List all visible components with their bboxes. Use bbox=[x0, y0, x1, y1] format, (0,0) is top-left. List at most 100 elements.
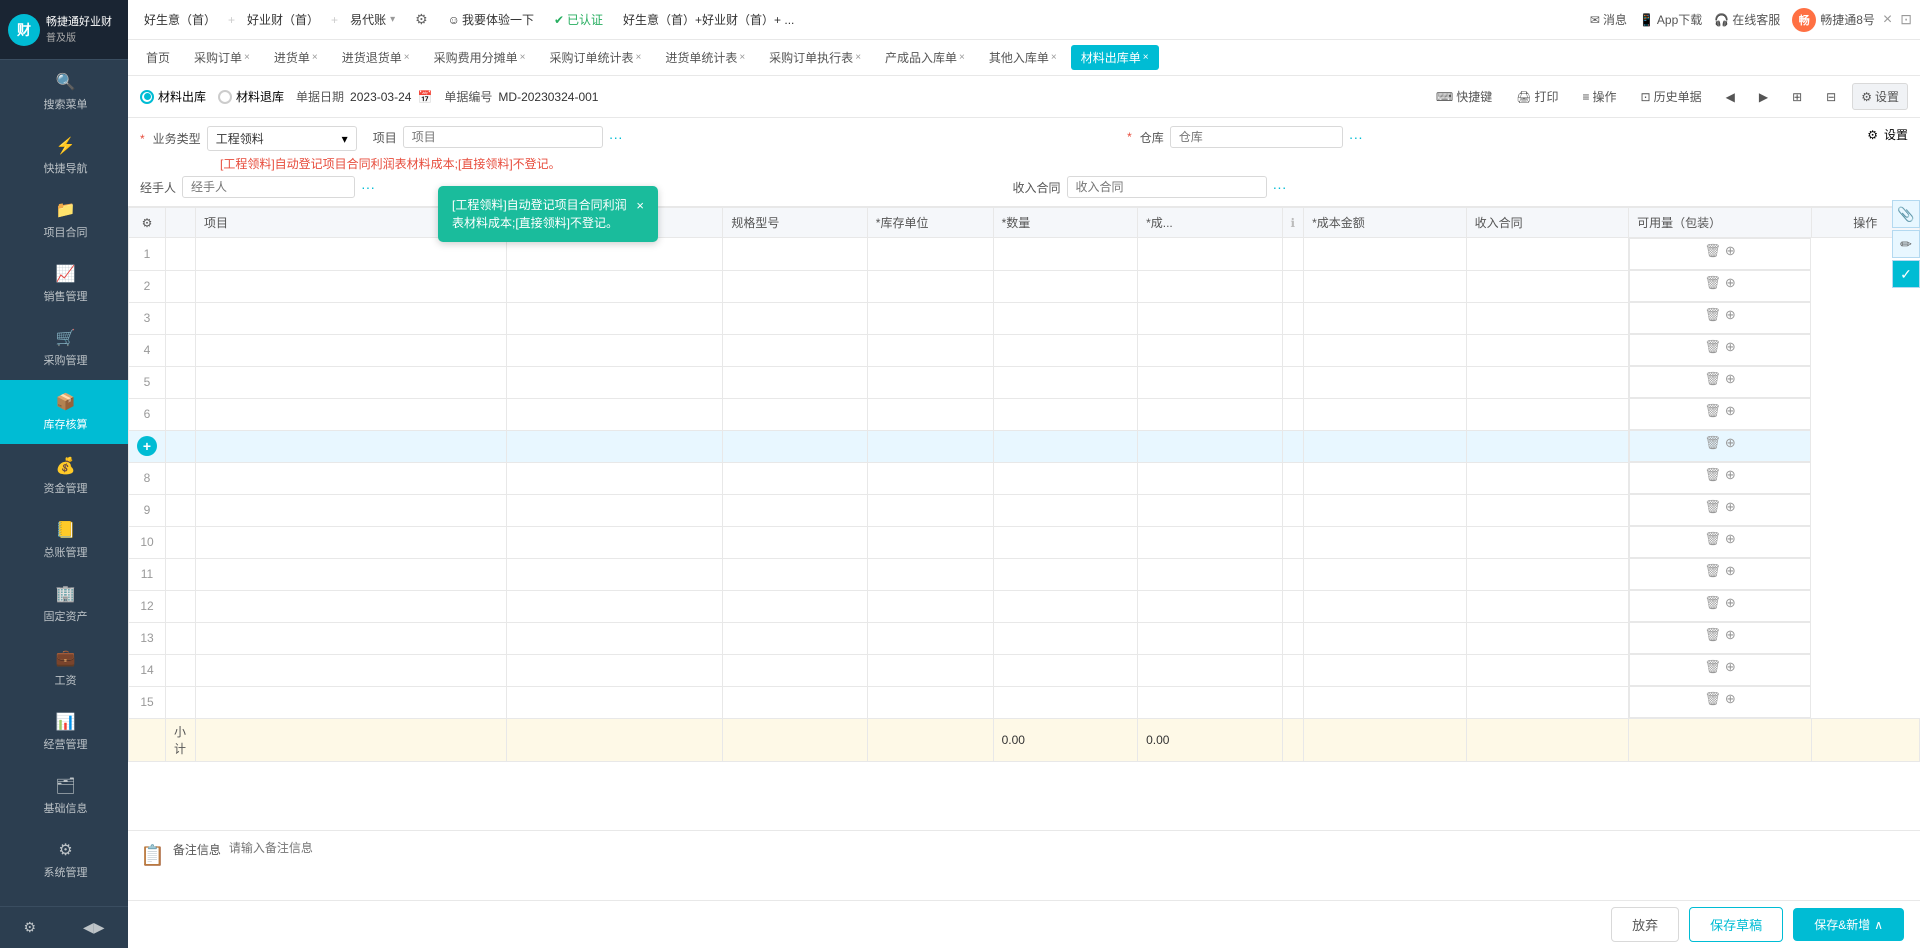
row-12-available[interactable] bbox=[1466, 590, 1629, 622]
row-8-cost-amount[interactable] bbox=[1282, 462, 1304, 494]
topbar-nav-easy-acc[interactable]: 易代账 ▾ bbox=[342, 7, 403, 32]
row-12-delete-icon[interactable]: 🗑 bbox=[1704, 595, 1721, 617]
row-7-material-input[interactable] bbox=[204, 439, 498, 453]
row-12-material[interactable] bbox=[196, 590, 507, 622]
row-9-spec[interactable] bbox=[506, 494, 723, 526]
tab-other-receipt[interactable]: 其他入库单 × bbox=[979, 45, 1067, 70]
row-1-spec[interactable] bbox=[506, 238, 723, 271]
topbar-nav-good-wealth[interactable]: 好业财（首） bbox=[239, 7, 327, 32]
row-9-delete-icon[interactable]: 🗑 bbox=[1704, 499, 1721, 521]
tab-goods-return-close[interactable]: × bbox=[404, 52, 410, 63]
tab-other-receipt-close[interactable]: × bbox=[1051, 52, 1057, 63]
row-8-cost[interactable] bbox=[993, 462, 1137, 494]
row-9-cost[interactable] bbox=[993, 494, 1137, 526]
row-1-delete-icon[interactable]: 🗑 bbox=[1704, 243, 1721, 265]
row-11-cost[interactable] bbox=[993, 558, 1137, 590]
warehouse-input[interactable] bbox=[1170, 126, 1343, 148]
row-15-copy-icon[interactable]: ⊕ bbox=[1725, 691, 1736, 713]
row-1-qty[interactable] bbox=[867, 238, 993, 271]
row-10-available[interactable] bbox=[1466, 526, 1629, 558]
sidebar-item-project[interactable]: 📁 项目合同 bbox=[0, 188, 128, 252]
row-2-available[interactable] bbox=[1466, 270, 1629, 302]
sidebar-item-ledger[interactable]: 📒 总账管理 bbox=[0, 508, 128, 572]
row-3-cost-amount[interactable] bbox=[1282, 302, 1304, 334]
row-4-available[interactable] bbox=[1466, 334, 1629, 366]
row-8-material[interactable] bbox=[196, 462, 507, 494]
row-13-item[interactable] bbox=[166, 622, 196, 654]
row-5-spec[interactable] bbox=[506, 366, 723, 398]
row-5-material[interactable] bbox=[196, 366, 507, 398]
row-10-item[interactable] bbox=[166, 526, 196, 558]
sidebar-item-search[interactable]: 🔍 搜索菜单 bbox=[0, 60, 128, 124]
right-icon-edit[interactable]: ✏ bbox=[1892, 230, 1920, 258]
row-15-delete-icon[interactable]: 🗑 bbox=[1704, 691, 1721, 713]
row-12-unit[interactable] bbox=[723, 590, 867, 622]
row-14-unit[interactable] bbox=[723, 654, 867, 686]
row-8-delete-icon[interactable]: 🗑 bbox=[1704, 467, 1721, 489]
row-2-delete-icon[interactable]: 🗑 bbox=[1704, 275, 1721, 297]
row-12-qty[interactable] bbox=[867, 590, 993, 622]
row-11-income[interactable] bbox=[1304, 558, 1467, 590]
row-3-available[interactable] bbox=[1466, 302, 1629, 334]
row-5-available[interactable] bbox=[1466, 366, 1629, 398]
row-6-cost-amount[interactable] bbox=[1282, 398, 1304, 430]
row-11-cost-amount[interactable] bbox=[1282, 558, 1304, 590]
row-10-material[interactable] bbox=[196, 526, 507, 558]
row-1-unit[interactable] bbox=[723, 238, 867, 271]
row-5-unit[interactable] bbox=[723, 366, 867, 398]
row-14-income[interactable] bbox=[1304, 654, 1467, 686]
row-4-income[interactable] bbox=[1304, 334, 1467, 366]
row-15-income[interactable] bbox=[1304, 686, 1467, 719]
row-8-unit[interactable] bbox=[723, 462, 867, 494]
row-4-qty[interactable] bbox=[867, 334, 993, 366]
row-9-copy-icon[interactable]: ⊕ bbox=[1725, 499, 1736, 521]
row-11-spec[interactable] bbox=[506, 558, 723, 590]
row-4-copy-icon[interactable]: ⊕ bbox=[1725, 339, 1736, 361]
row-11-copy-icon[interactable]: ⊕ bbox=[1725, 563, 1736, 585]
warehouse-search-icon[interactable]: ··· bbox=[1349, 129, 1363, 145]
row-5-delete-icon[interactable]: 🗑 bbox=[1704, 371, 1721, 393]
row-14-material[interactable] bbox=[196, 654, 507, 686]
tab-goods-stat[interactable]: 进货单统计表 × bbox=[655, 45, 755, 70]
save-new-btn[interactable]: 保存&新增 ∧ bbox=[1793, 908, 1904, 941]
row-7-unit[interactable] bbox=[723, 430, 867, 462]
row-8-copy-icon[interactable]: ⊕ bbox=[1725, 467, 1736, 489]
row-6-qty[interactable] bbox=[867, 398, 993, 430]
radio-material-return[interactable]: 材料退库 bbox=[218, 88, 284, 105]
message-btn[interactable]: ✉ 消息 bbox=[1590, 11, 1627, 28]
row-3-income[interactable] bbox=[1304, 302, 1467, 334]
topbar-settings-btn[interactable]: ⚙ bbox=[407, 7, 436, 32]
row-13-available[interactable] bbox=[1466, 622, 1629, 654]
row-7-delete-icon[interactable]: 🗑 bbox=[1704, 435, 1721, 457]
row-12-spec[interactable] bbox=[506, 590, 723, 622]
row-2-cost[interactable] bbox=[993, 270, 1137, 302]
row-5-item[interactable] bbox=[166, 366, 196, 398]
row-10-spec[interactable] bbox=[506, 526, 723, 558]
row-13-unit[interactable] bbox=[723, 622, 867, 654]
row-7-item[interactable] bbox=[166, 430, 196, 462]
row-9-qty[interactable] bbox=[867, 494, 993, 526]
row-4-unit[interactable] bbox=[723, 334, 867, 366]
tab-purchase-exec[interactable]: 采购订单执行表 × bbox=[759, 45, 871, 70]
row-10-cost-amount[interactable] bbox=[1282, 526, 1304, 558]
row-2-cost-amount[interactable] bbox=[1282, 270, 1304, 302]
tab-material-issue-close[interactable]: × bbox=[1143, 52, 1149, 63]
notes-input[interactable] bbox=[229, 839, 1908, 867]
row-3-copy-icon[interactable]: ⊕ bbox=[1725, 307, 1736, 329]
row-11-available[interactable] bbox=[1466, 558, 1629, 590]
row-4-cost-amount[interactable] bbox=[1282, 334, 1304, 366]
row-7-material[interactable] bbox=[196, 430, 507, 462]
user-area[interactable]: 畅 畅捷通8号 bbox=[1792, 8, 1875, 32]
tab-goods-stat-close[interactable]: × bbox=[739, 52, 745, 63]
tab-finished-goods[interactable]: 产成品入库单 × bbox=[875, 45, 975, 70]
row-6-income[interactable] bbox=[1304, 398, 1467, 430]
row-12-copy-icon[interactable]: ⊕ bbox=[1725, 595, 1736, 617]
sidebar-item-assets[interactable]: 🏢 固定资产 bbox=[0, 572, 128, 636]
row-12-cost[interactable] bbox=[993, 590, 1137, 622]
sidebar-item-quick-nav[interactable]: ⚡ 快捷导航 bbox=[0, 124, 128, 188]
tab-purchase-expense-close[interactable]: × bbox=[520, 52, 526, 63]
sidebar-item-management[interactable]: 📊 经营管理 bbox=[0, 700, 128, 764]
row-3-unit[interactable] bbox=[723, 302, 867, 334]
row-9-income[interactable] bbox=[1304, 494, 1467, 526]
row-7-spec[interactable] bbox=[506, 430, 723, 462]
